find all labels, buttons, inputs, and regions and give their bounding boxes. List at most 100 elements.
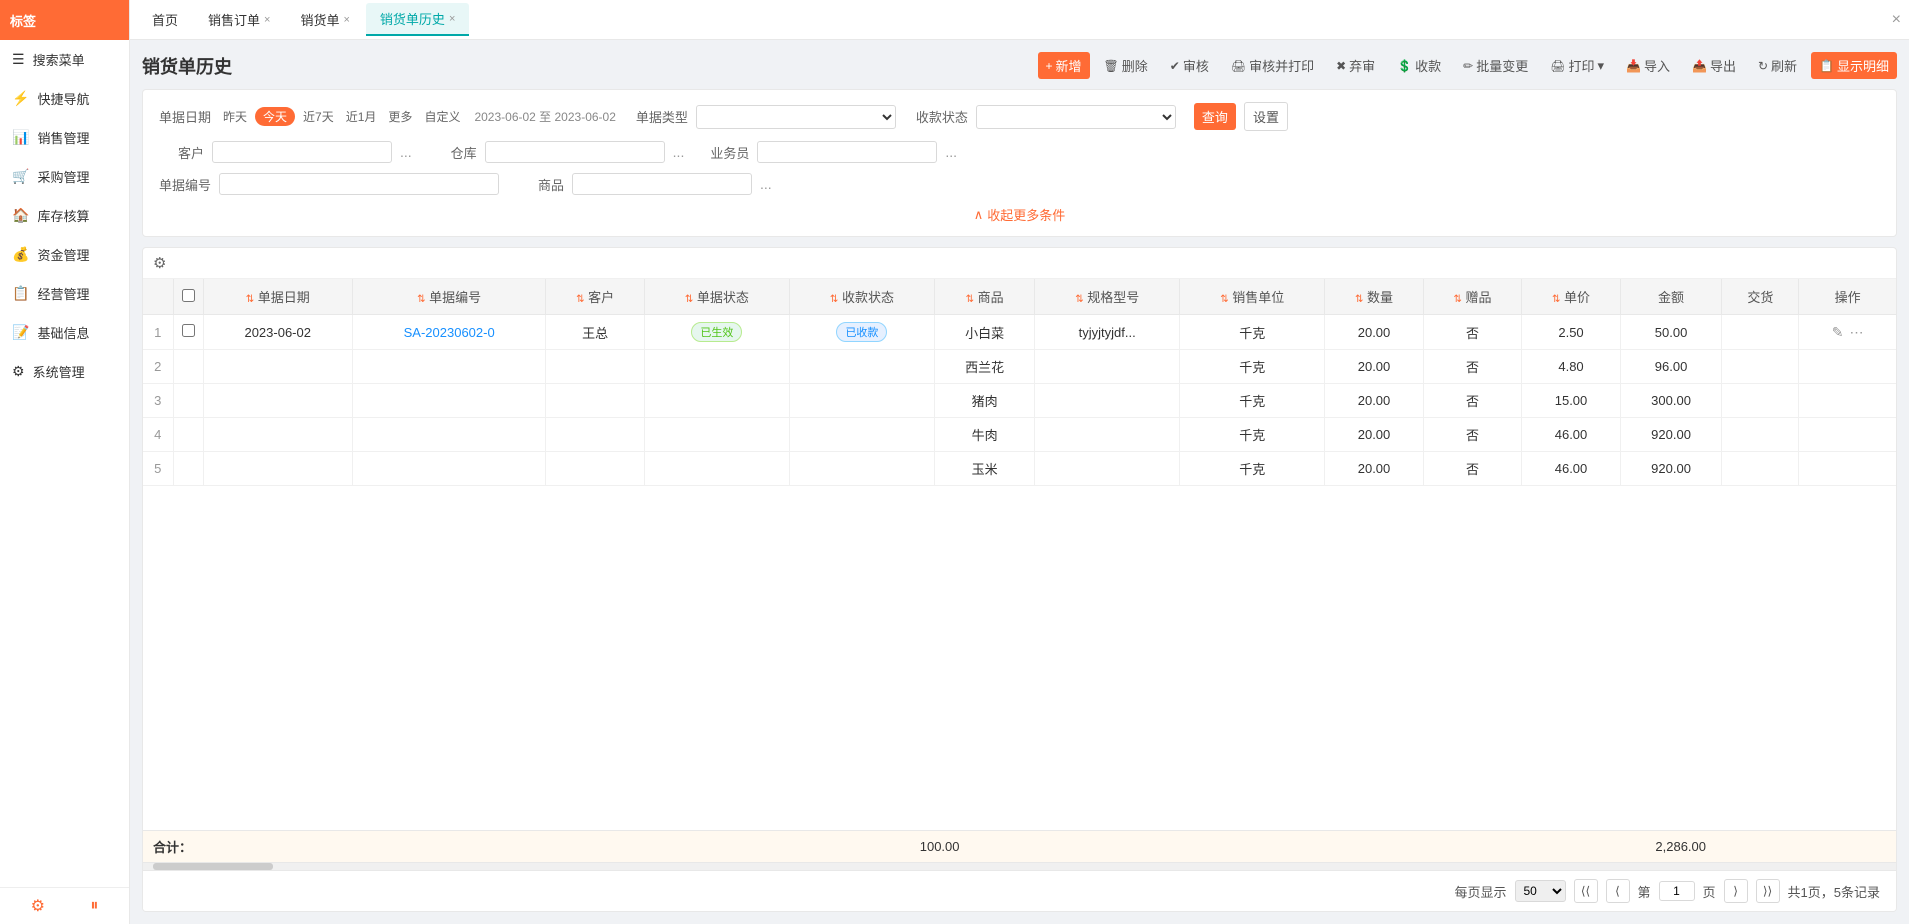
cell-actions — [1799, 418, 1896, 452]
sidebar-settings-icon[interactable]: ⚙ — [31, 896, 45, 916]
date-shortcut-today[interactable]: 今天 — [255, 107, 295, 126]
sidebar-item-ops-mgmt[interactable]: 📋 经营管理 — [0, 274, 129, 313]
doc-no-link[interactable]: SA-20230602-0 — [404, 325, 495, 340]
page-header: 销货单历史 + 新增 🗑 删除 ✔ 审核 🖨 审核并打印 — [142, 52, 1897, 79]
more-action-button[interactable]: ⋯ — [1847, 324, 1867, 340]
col-checkbox[interactable] — [173, 279, 203, 315]
cell-num: 4 — [143, 418, 173, 452]
goods-more-icon[interactable]: ... — [760, 176, 772, 192]
tab-sales-history-close[interactable]: × — [449, 13, 455, 25]
date-shortcut-7days[interactable]: 近7天 — [299, 107, 338, 126]
warehouse-input[interactable] — [485, 141, 665, 163]
horizontal-scrollbar[interactable] — [143, 862, 1896, 870]
sales-rep-label: 业务员 — [704, 143, 749, 162]
col-amount[interactable]: 金额 — [1620, 279, 1722, 315]
print-dropdown-icon: ▾ — [1597, 58, 1604, 74]
abandon-button[interactable]: ✖ 弃审 — [1328, 52, 1383, 79]
batch-change-button[interactable]: ✏ 批量变更 — [1455, 52, 1536, 79]
col-customer[interactable]: ⇅ 客户 — [546, 279, 645, 315]
col-unit-price[interactable]: ⇅ 单价 — [1522, 279, 1621, 315]
sidebar-item-sys-mgmt[interactable]: ⚙ 系统管理 — [0, 352, 129, 391]
export-button[interactable]: 📤 导出 — [1684, 52, 1744, 79]
total-quantity: 100.00 — [880, 839, 960, 854]
sort-icon: ⇅ — [1552, 294, 1560, 305]
col-goods[interactable]: ⇅ 商品 — [934, 279, 1034, 315]
doc-type-select[interactable] — [696, 105, 896, 129]
col-sales-unit[interactable]: ⇅ 销售单位 — [1180, 279, 1325, 315]
cell-doc-no[interactable]: SA-20230602-0 — [352, 315, 545, 350]
sidebar-item-purchase-mgmt[interactable]: 🛒 采购管理 — [0, 157, 129, 196]
col-payment-status[interactable]: ⇅ 收款状态 — [789, 279, 934, 315]
col-doc-date[interactable]: ⇅ 单据日期 — [203, 279, 352, 315]
edit-action-button[interactable]: ✎ — [1829, 324, 1847, 340]
payment-status-select[interactable] — [976, 105, 1176, 129]
row-checkbox[interactable] — [182, 324, 195, 337]
review-button[interactable]: ✔ 审核 — [1162, 52, 1217, 79]
date-shortcut-custom[interactable]: 自定义 — [420, 107, 464, 126]
filter-payment-status: 收款状态 查询 设置 — [916, 102, 1288, 131]
customer-input[interactable] — [212, 141, 392, 163]
sort-icon: ⇅ — [966, 294, 974, 305]
cell-quantity: 20.00 — [1325, 418, 1424, 452]
page-number-input[interactable] — [1659, 881, 1695, 901]
collect-button[interactable]: 💲 收款 — [1389, 52, 1449, 79]
page-last-button[interactable]: ⟩⟩ — [1756, 879, 1780, 903]
sales-rep-more-icon[interactable]: ... — [945, 144, 957, 160]
show-detail-button[interactable]: 📋 显示明细 — [1811, 52, 1897, 79]
cell-checkbox[interactable] — [173, 418, 203, 452]
refresh-button[interactable]: ↻ 刷新 — [1750, 52, 1805, 79]
review-print-icon: 🖨 — [1231, 59, 1246, 73]
per-page-select[interactable]: 20 50 100 — [1515, 880, 1566, 902]
table-settings-icon[interactable]: ⚙ — [153, 254, 166, 272]
cell-checkbox[interactable] — [173, 384, 203, 418]
sidebar-item-quick-nav[interactable]: ⚡ 快捷导航 — [0, 79, 129, 118]
sidebar-pause-icon[interactable]: ⏸ — [90, 897, 98, 915]
sidebar-item-inventory[interactable]: 🏠 库存核算 — [0, 196, 129, 235]
col-quantity[interactable]: ⇅ 数量 — [1325, 279, 1424, 315]
warehouse-more-icon[interactable]: ... — [673, 144, 685, 160]
goods-input[interactable] — [572, 173, 752, 195]
sidebar-item-finance-mgmt[interactable]: 💰 资金管理 — [0, 235, 129, 274]
col-gift[interactable]: ⇅ 赠品 — [1423, 279, 1522, 315]
tab-sales-goods-close[interactable]: × — [343, 14, 349, 26]
tab-close-all-button[interactable]: × — [1892, 11, 1901, 29]
sidebar-item-search-menu[interactable]: ☰ 搜索菜单 — [0, 40, 129, 79]
settings-button[interactable]: 设置 — [1244, 102, 1288, 131]
date-shortcut-1month[interactable]: 近1月 — [342, 107, 381, 126]
page-first-button[interactable]: ⟨⟨ — [1574, 879, 1598, 903]
print-button[interactable]: 🖨 打印 ▾ — [1542, 52, 1612, 79]
col-spec[interactable]: ⇅ 规格型号 — [1035, 279, 1180, 315]
cell-amount: 50.00 — [1620, 315, 1722, 350]
delete-button[interactable]: 🗑 删除 — [1096, 52, 1156, 79]
cell-amount: 300.00 — [1620, 384, 1722, 418]
sidebar-item-sales-mgmt[interactable]: 📊 销售管理 — [0, 118, 129, 157]
select-all-checkbox[interactable] — [182, 289, 195, 302]
tab-sales-goods[interactable]: 销货单 × — [286, 4, 363, 35]
cell-checkbox[interactable] — [173, 350, 203, 384]
tab-sales-history[interactable]: 销货单历史 × — [366, 3, 469, 36]
import-button[interactable]: 📥 导入 — [1618, 52, 1678, 79]
col-transaction[interactable]: 交货 — [1722, 279, 1799, 315]
query-button[interactable]: 查询 — [1194, 103, 1236, 130]
collapse-button[interactable]: ∧ 收起更多条件 — [159, 205, 1880, 224]
page-prev-button[interactable]: ⟨ — [1606, 879, 1630, 903]
batch-change-icon: ✏ — [1463, 59, 1473, 73]
tab-sales-order-close[interactable]: × — [264, 14, 270, 26]
cell-goods: 猪肉 — [934, 384, 1034, 418]
sidebar-item-basic-info[interactable]: 📝 基础信息 — [0, 313, 129, 352]
tab-home[interactable]: 首页 — [138, 4, 192, 35]
cell-checkbox[interactable] — [173, 452, 203, 486]
customer-more-icon[interactable]: ... — [400, 144, 412, 160]
add-button[interactable]: + 新增 — [1038, 52, 1090, 79]
tab-sales-order[interactable]: 销售订单 × — [194, 4, 284, 35]
doc-no-input[interactable] — [219, 173, 499, 195]
purchase-mgmt-icon: 🛒 — [12, 168, 29, 185]
sales-rep-input[interactable] — [757, 141, 937, 163]
cell-checkbox[interactable] — [173, 315, 203, 350]
page-next-button[interactable]: ⟩ — [1724, 879, 1748, 903]
review-print-button[interactable]: 🖨 审核并打印 — [1223, 52, 1322, 79]
col-doc-status[interactable]: ⇅ 单据状态 — [644, 279, 789, 315]
date-shortcut-yesterday[interactable]: 昨天 — [219, 107, 251, 126]
date-shortcut-more[interactable]: 更多 — [384, 107, 416, 126]
col-doc-no[interactable]: ⇅ 单据编号 — [352, 279, 545, 315]
